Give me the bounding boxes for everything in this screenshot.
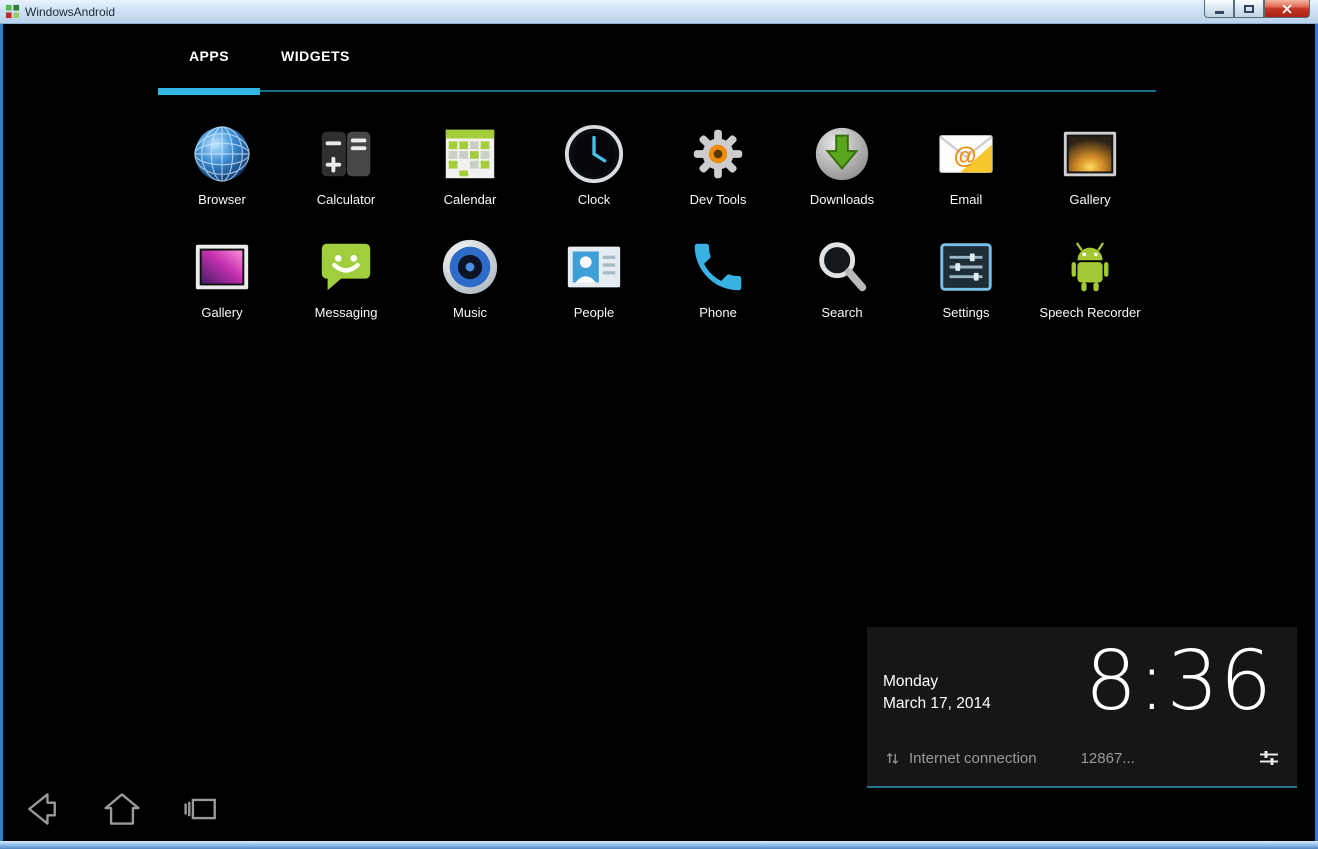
android-screen: APPS WIDGETS Browser Calculator Calendar: [0, 24, 1318, 841]
back-button[interactable]: [19, 789, 65, 829]
search-magnifier-icon: [811, 236, 873, 298]
recent-apps-icon: [184, 798, 216, 820]
home-button[interactable]: [99, 789, 145, 829]
app-dev-tools[interactable]: Dev Tools: [656, 118, 780, 231]
app-people[interactable]: People: [532, 231, 656, 344]
speech-recorder-android-icon: [1059, 236, 1121, 298]
clock-widget: Monday March 17, 2014 8:36 Internet conn…: [867, 627, 1297, 788]
app-grid: Browser Calculator Calendar Clock Dev To: [160, 118, 1152, 344]
tune-settings-icon[interactable]: [1257, 746, 1281, 770]
app-calendar[interactable]: Calendar: [408, 118, 532, 231]
people-contact-icon: [563, 236, 625, 298]
app-label: Music: [453, 305, 487, 320]
minimize-button[interactable]: [1204, 0, 1234, 18]
app-label: Messaging: [314, 305, 378, 320]
clock-icon: [563, 123, 625, 185]
calendar-icon: [439, 123, 501, 185]
browser-globe-icon: [191, 123, 253, 185]
app-label: Dev Tools: [689, 192, 747, 207]
network-activity-icon: [886, 752, 899, 764]
tab-widgets[interactable]: WIDGETS: [264, 24, 366, 72]
android-nav-bar: [19, 789, 225, 829]
app-label: Search: [821, 305, 863, 320]
window-title: WindowsAndroid: [25, 4, 116, 19]
connection-value: 12867...: [1080, 749, 1135, 767]
back-icon: [28, 793, 56, 825]
app-messaging[interactable]: Messaging: [284, 231, 408, 344]
clock-time: 8:36: [1084, 634, 1273, 729]
app-search[interactable]: Search: [780, 231, 904, 344]
connection-label: Internet connection: [909, 749, 1037, 767]
maximize-button[interactable]: [1234, 0, 1264, 18]
app-downloads[interactable]: Downloads: [780, 118, 904, 231]
close-button[interactable]: [1264, 0, 1310, 18]
svg-text:@: @: [954, 143, 977, 169]
calculator-icon: [315, 123, 377, 185]
app-music[interactable]: Music: [408, 231, 532, 344]
gallery-sunset-icon: [1059, 123, 1121, 185]
connection-status-row: Internet connection 12867...: [885, 746, 1281, 770]
app-label: Calculator: [316, 192, 376, 207]
maximize-icon: [1244, 4, 1254, 13]
app-label: Calendar: [443, 192, 497, 207]
music-speaker-icon: [439, 236, 501, 298]
app-label: Settings: [942, 305, 990, 320]
dev-tools-gear-icon: [687, 123, 749, 185]
windowsandroid-logo-icon: [5, 4, 20, 19]
settings-sliders-icon: [935, 236, 997, 298]
phone-handset-icon: [687, 236, 749, 298]
app-label: Browser: [198, 192, 246, 207]
close-icon: [1282, 3, 1292, 14]
app-label: Gallery: [201, 305, 243, 320]
tab-apps[interactable]: APPS: [158, 24, 260, 72]
recent-apps-button[interactable]: [179, 789, 225, 829]
day-of-week: Monday: [883, 673, 939, 690]
app-settings[interactable]: Settings: [904, 231, 1028, 344]
app-label: Downloads: [809, 192, 875, 207]
window-title-bar[interactable]: WindowsAndroid: [0, 0, 1318, 24]
app-gallery-1[interactable]: Gallery: [1028, 118, 1152, 231]
app-label: Phone: [699, 305, 737, 320]
window-bottom-frame: [0, 841, 1318, 849]
app-clock[interactable]: Clock: [532, 118, 656, 231]
launcher-tab-bar: APPS WIDGETS: [158, 24, 1156, 95]
app-browser[interactable]: Browser: [160, 118, 284, 231]
app-phone[interactable]: Phone: [656, 231, 780, 344]
gallery-photo-icon: [191, 236, 253, 298]
app-speech-recorder[interactable]: Speech Recorder: [1028, 231, 1152, 344]
home-icon: [104, 793, 140, 825]
app-label: Clock: [577, 192, 611, 207]
full-date: March 17, 2014: [883, 694, 991, 712]
app-label: Gallery: [1069, 192, 1111, 207]
app-gallery-2[interactable]: Gallery: [160, 231, 284, 344]
minimize-icon: [1214, 11, 1224, 14]
app-calculator[interactable]: Calculator: [284, 118, 408, 231]
app-label: Speech Recorder: [1039, 305, 1141, 320]
app-label: People: [573, 305, 615, 320]
active-tab-indicator: [158, 88, 260, 95]
app-label: Email: [949, 192, 983, 207]
messaging-bubble-icon: [315, 236, 377, 298]
email-envelope-icon: @: [935, 123, 997, 185]
date-text: Monday March 17, 2014: [883, 671, 991, 723]
pager-underline: [158, 90, 1156, 92]
app-email[interactable]: @ Email: [904, 118, 1028, 231]
downloads-arrow-icon: [811, 123, 873, 185]
